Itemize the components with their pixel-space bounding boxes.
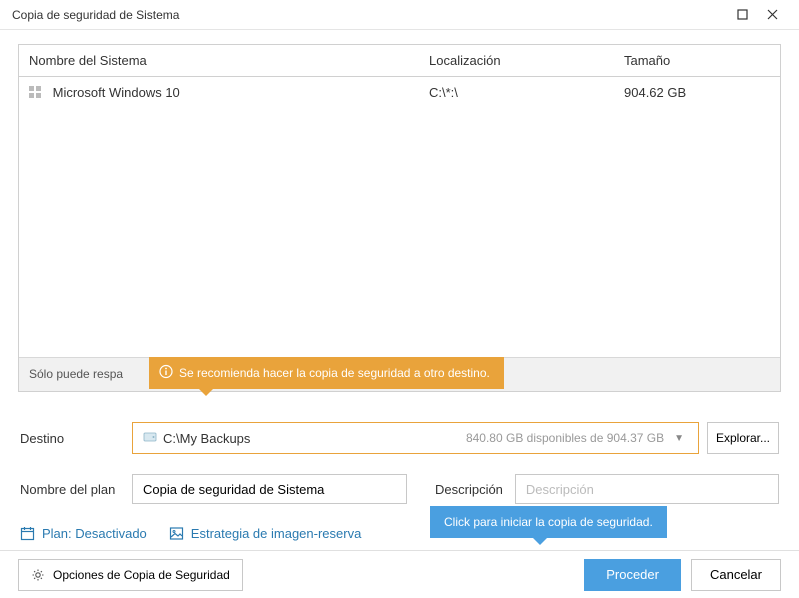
gear-icon	[31, 568, 45, 582]
destination-label: Destino	[20, 431, 132, 446]
description-label: Descripción	[435, 482, 503, 497]
options-button[interactable]: Opciones de Copia de Seguridad	[18, 559, 243, 591]
col-header-location: Localización	[419, 45, 614, 76]
table-row[interactable]: Microsoft Windows 10 C:\*:\ 904.62 GB	[19, 77, 780, 108]
dropdown-icon[interactable]: ▼	[670, 433, 688, 444]
windows-icon	[29, 86, 41, 98]
description-input[interactable]	[515, 474, 779, 504]
image-icon	[169, 526, 184, 541]
schedule-text: Plan: Desactivado	[42, 526, 147, 541]
table-header: Nombre del Sistema Localización Tamaño	[19, 45, 780, 77]
plan-name-input[interactable]	[132, 474, 407, 504]
schedule-link[interactable]: Plan: Desactivado	[20, 526, 147, 541]
maximize-button[interactable]	[727, 0, 757, 30]
row-size: 904.62 GB	[614, 77, 780, 108]
info-icon	[159, 365, 173, 382]
col-header-name: Nombre del Sistema	[19, 45, 419, 76]
cancel-button[interactable]: Cancelar	[691, 559, 781, 591]
destination-input[interactable]: C:\My Backups 840.80 GB disponibles de 9…	[132, 422, 699, 454]
system-table: Nombre del Sistema Localización Tamaño M…	[18, 44, 781, 392]
tooltip-text: Click para iniciar la copia de seguridad…	[444, 515, 653, 529]
row-name: Microsoft Windows 10	[53, 85, 180, 100]
banner-text: Se recomienda hacer la copia de segurida…	[179, 366, 490, 380]
strategy-link[interactable]: Estrategia de imagen-reserva	[169, 526, 362, 541]
bottom-bar: Opciones de Copia de Seguridad Proceder …	[0, 550, 799, 598]
proceed-tooltip: Click para iniciar la copia de seguridad…	[430, 506, 667, 538]
explore-button[interactable]: Explorar...	[707, 422, 779, 454]
destination-path: C:\My Backups	[163, 431, 466, 446]
proceed-button[interactable]: Proceder	[584, 559, 681, 591]
disk-icon	[143, 430, 157, 447]
options-label: Opciones de Copia de Seguridad	[53, 568, 230, 582]
close-icon	[767, 9, 778, 20]
strategy-text: Estrategia de imagen-reserva	[191, 526, 362, 541]
destination-free: 840.80 GB disponibles de 904.37 GB	[466, 431, 664, 445]
row-location: C:\*:\	[419, 77, 614, 108]
window-title: Copia de seguridad de Sistema	[12, 8, 727, 22]
col-header-size: Tamaño	[614, 45, 780, 76]
table-footer: Sólo puede respa Se recomienda hacer la …	[19, 357, 780, 391]
recommendation-banner: Se recomienda hacer la copia de segurida…	[149, 357, 504, 389]
calendar-icon	[20, 526, 35, 541]
footer-text: Sólo puede respa	[29, 367, 123, 381]
plan-name-label: Nombre del plan	[20, 482, 132, 497]
maximize-icon	[737, 9, 748, 20]
titlebar: Copia de seguridad de Sistema	[0, 0, 799, 30]
close-button[interactable]	[757, 0, 787, 30]
